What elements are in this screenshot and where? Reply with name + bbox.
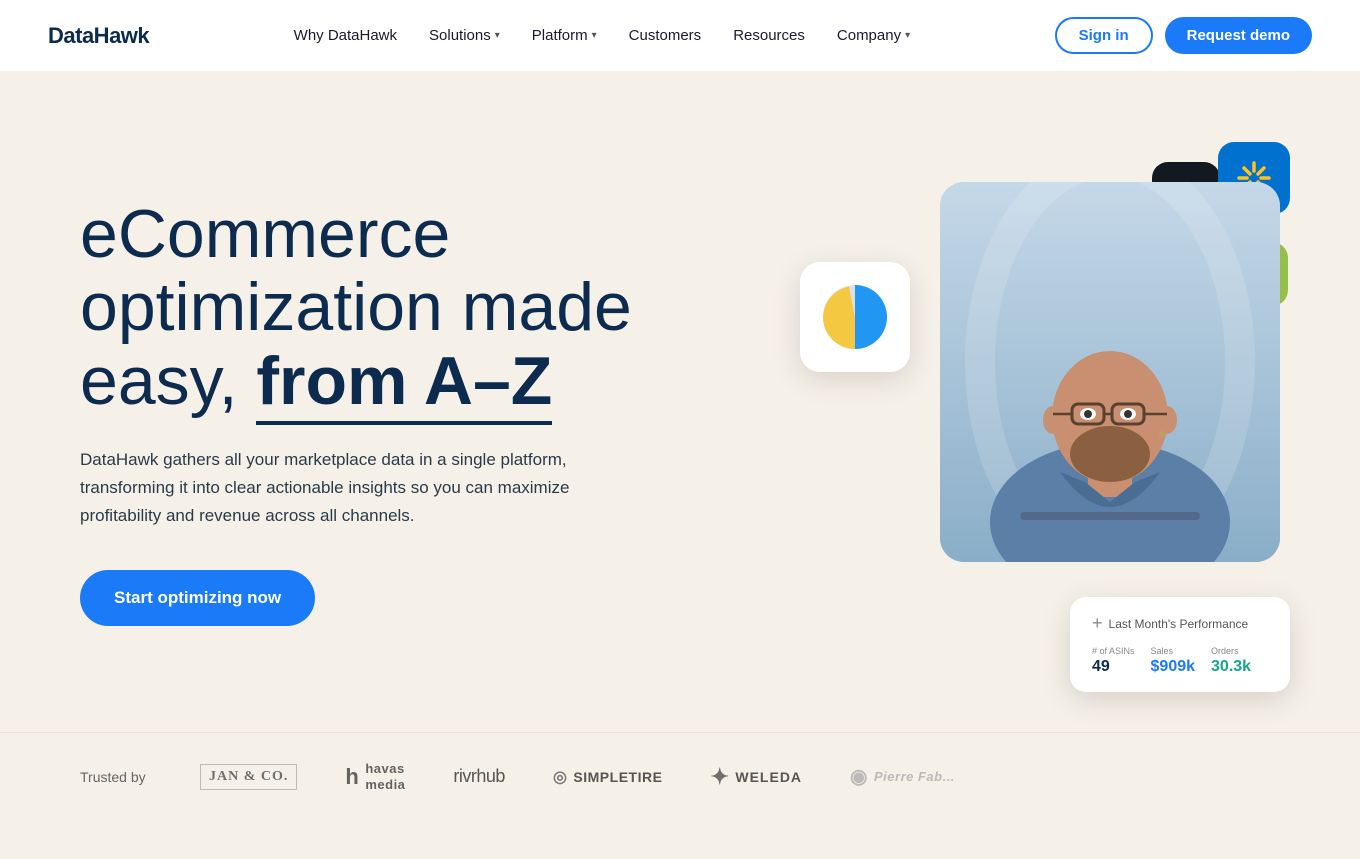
request-demo-button[interactable]: Request demo xyxy=(1165,17,1312,54)
chevron-down-icon: ▾ xyxy=(905,30,910,41)
performance-card: + Last Month's Performance # of ASINs 49… xyxy=(1070,597,1290,692)
nav-actions: Sign in Request demo xyxy=(1055,17,1312,54)
perf-stat-orders: Orders 30.3k xyxy=(1211,646,1251,676)
stat-val-orders: 30.3k xyxy=(1211,658,1251,676)
trusted-logos: JAN & CO. h havasmedia rivrhub ◎ SIMPLET… xyxy=(200,761,955,792)
nav-item-customers[interactable]: Customers xyxy=(629,27,702,44)
stat-label-orders: Orders xyxy=(1211,646,1251,656)
chevron-down-icon: ▾ xyxy=(495,30,500,41)
nav-label-platform: Platform xyxy=(532,27,588,44)
chevron-down-icon: ▾ xyxy=(592,30,597,41)
pie-chart-card xyxy=(800,262,910,372)
trusted-label: Trusted by xyxy=(80,769,160,785)
nav-item-platform[interactable]: Platform ▾ xyxy=(532,27,597,44)
nav-item-resources[interactable]: Resources xyxy=(733,27,805,44)
hero-title-bold: from A–Z xyxy=(256,343,552,425)
nav-links: Why DataHawk Solutions ▾ Platform ▾ Cust… xyxy=(294,27,910,44)
hero-section: eCommerce optimization made easy, from A… xyxy=(0,72,1360,732)
logo-rivrhub: rivrhub xyxy=(453,766,505,787)
hero-illustration: a S xyxy=(820,162,1280,662)
perf-stat-asins: # of ASINs 49 xyxy=(1092,646,1135,676)
signin-button[interactable]: Sign in xyxy=(1055,17,1153,54)
hero-photo xyxy=(940,182,1280,562)
hero-title: eCommerce optimization made easy, from A… xyxy=(80,198,680,418)
stat-val-asins: 49 xyxy=(1092,658,1135,676)
perf-stats: # of ASINs 49 Sales $909k Orders 30.3k xyxy=(1092,646,1268,676)
hero-left: eCommerce optimization made easy, from A… xyxy=(80,198,680,626)
perf-card-header: + Last Month's Performance xyxy=(1092,613,1268,634)
logo-simpletire: ◎ SIMPLETIRE xyxy=(553,767,662,787)
logo-weleda: ✦ WELEDA xyxy=(710,764,802,790)
nav-item-company[interactable]: Company ▾ xyxy=(837,27,910,44)
trusted-section: Trusted by JAN & CO. h havasmedia rivrhu… xyxy=(0,732,1360,840)
plus-icon: + xyxy=(1092,613,1103,634)
perf-stat-sales: Sales $909k xyxy=(1151,646,1196,676)
nav-item-why[interactable]: Why DataHawk xyxy=(294,27,397,44)
perf-card-title: Last Month's Performance xyxy=(1109,617,1249,631)
logo-jordan: JAN & CO. xyxy=(200,764,297,790)
cta-button[interactable]: Start optimizing now xyxy=(80,570,315,626)
logo-havas: h havasmedia xyxy=(345,761,405,792)
logo-pierre-fabre: ◉ Pierre Fab... xyxy=(850,764,955,789)
stat-label-asins: # of ASINs xyxy=(1092,646,1135,656)
nav-label-customers: Customers xyxy=(629,27,702,44)
nav-label-solutions: Solutions xyxy=(429,27,491,44)
nav-item-solutions[interactable]: Solutions ▾ xyxy=(429,27,500,44)
nav-label-resources: Resources xyxy=(733,27,805,44)
stat-val-sales: $909k xyxy=(1151,658,1196,676)
hero-description: DataHawk gathers all your marketplace da… xyxy=(80,446,600,530)
nav-label-why: Why DataHawk xyxy=(294,27,397,44)
logo: DataHawk xyxy=(48,23,149,49)
navbar: DataHawk Why DataHawk Solutions ▾ Platfo… xyxy=(0,0,1360,72)
nav-label-company: Company xyxy=(837,27,901,44)
stat-label-sales: Sales xyxy=(1151,646,1196,656)
